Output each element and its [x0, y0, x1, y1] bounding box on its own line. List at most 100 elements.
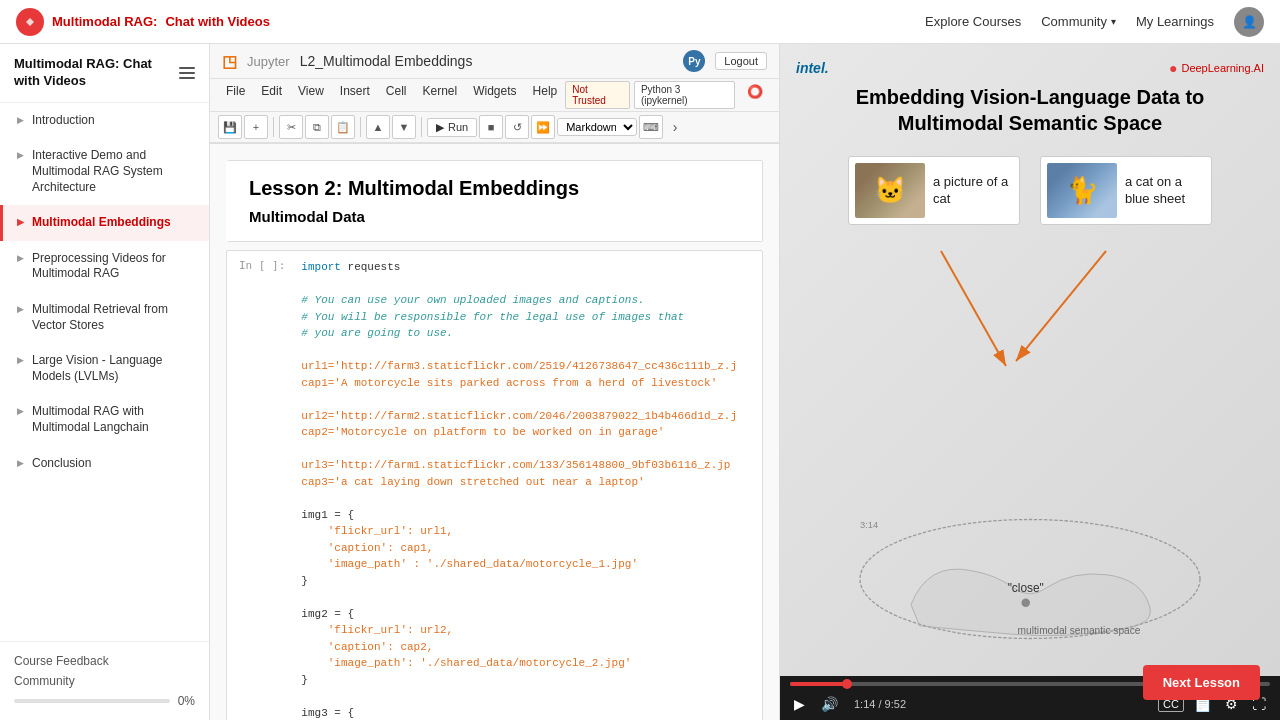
save-button[interactable]: 💾	[218, 115, 242, 139]
svg-line-1	[941, 251, 1006, 366]
jupyter-menu-bar: File Edit View Insert Cell Kernel Widget…	[210, 79, 779, 112]
menu-widgets[interactable]: Widgets	[465, 81, 524, 109]
total-time: 9:52	[885, 698, 906, 710]
avatar[interactable]: 👤	[1234, 7, 1264, 37]
brand-logo	[16, 8, 44, 36]
cell-type-select[interactable]: Markdown Code Raw	[557, 118, 637, 136]
svg-text:3:14: 3:14	[860, 520, 878, 530]
chevron-down-icon: ▾	[1111, 16, 1116, 27]
arrow-icon: ▶	[17, 253, 24, 265]
progress-percent: 0%	[178, 694, 195, 708]
video-panel: intel. ● DeepLearning.AI Embedding Visio…	[780, 44, 1280, 720]
logout-button[interactable]: Logout	[715, 52, 767, 70]
collapse-sidebar-button[interactable]	[179, 63, 195, 83]
sidebar-item-introduction[interactable]: ▶ Introduction	[0, 103, 209, 139]
cat2-image: 🐈	[1047, 163, 1117, 218]
separator3	[421, 117, 422, 137]
current-time: 1:14	[854, 698, 875, 710]
jupyter-logo: ◳	[222, 52, 237, 71]
sidebar: Multimodal RAG: Chat with Videos ▶ Intro…	[0, 44, 210, 720]
diagram-area: 🐱 a picture of a cat 🐈	[796, 156, 1264, 660]
cell-input-row: In [ ]: import requests # You can use yo…	[227, 251, 762, 720]
sidebar-item-lvlm[interactable]: ▶ Large Vision - Language Models (LVLMs)	[0, 343, 209, 394]
mute-button[interactable]: 🔊	[817, 694, 842, 714]
paste-button[interactable]: 📋	[331, 115, 355, 139]
menu-file[interactable]: File	[218, 81, 253, 109]
community-link[interactable]: Community ▾	[1041, 14, 1116, 29]
sidebar-header: Multimodal RAG: Chat with Videos	[0, 44, 209, 103]
restart-run-button[interactable]: ⏩	[531, 115, 555, 139]
cat1-icon: 🐱	[874, 175, 906, 206]
image-card-cat1: 🐱 a picture of a cat	[848, 156, 1020, 225]
copy-button[interactable]: ⧉	[305, 115, 329, 139]
community-label: Community	[1041, 14, 1107, 29]
move-down-button[interactable]: ▼	[392, 115, 416, 139]
video-top-bar: intel. ● DeepLearning.AI	[796, 60, 1264, 76]
kernel-status-icon: ⭕	[739, 81, 771, 109]
cat1-thumbnail: 🐱	[855, 163, 925, 218]
svg-text:"close": "close"	[1008, 581, 1044, 595]
image-cards-row: 🐱 a picture of a cat 🐈	[796, 156, 1264, 225]
run-button[interactable]: ▶ Run	[427, 118, 477, 137]
navbar-links: Explore Courses Community ▾ My Learnings…	[925, 7, 1264, 37]
separator	[273, 117, 274, 137]
cell-prompt: In [ ]:	[227, 251, 297, 280]
jupyter-panel: ◳ Jupyter L2_Multimodal Embeddings Py Lo…	[210, 44, 780, 720]
svg-line-2	[1016, 251, 1106, 361]
sidebar-item-multimodal-retrieval[interactable]: ▶ Multimodal Retrieval from Vector Store…	[0, 292, 209, 343]
play-icon: ▶	[436, 121, 444, 134]
my-learnings-link[interactable]: My Learnings	[1136, 14, 1214, 29]
course-feedback-link[interactable]: Course Feedback	[14, 654, 195, 668]
kernel-badge: Python 3 (ipykernel)	[634, 81, 735, 109]
next-lesson-button[interactable]: Next Lesson	[1143, 665, 1260, 700]
python-icon: Py	[683, 50, 705, 72]
next-lesson-bar: Next Lesson	[1143, 665, 1260, 700]
cut-button[interactable]: ✂	[279, 115, 303, 139]
code-cell: In [ ]: import requests # You can use yo…	[226, 250, 763, 720]
menu-kernel[interactable]: Kernel	[415, 81, 466, 109]
arrow-icon: ▶	[17, 115, 24, 127]
lesson-heading: Lesson 2: Multimodal Embeddings	[249, 177, 742, 200]
progress-bar-container	[14, 699, 170, 703]
content-area: ◳ Jupyter L2_Multimodal Embeddings Py Lo…	[210, 44, 1280, 720]
sidebar-item-multimodal-embeddings[interactable]: ▶ Multimodal Embeddings	[0, 205, 209, 241]
cat2-label: a cat on a blue sheet	[1125, 174, 1205, 208]
menu-insert[interactable]: Insert	[332, 81, 378, 109]
sidebar-item-label: Multimodal Retrieval from Vector Stores	[32, 302, 195, 333]
svg-point-5	[1022, 599, 1031, 608]
community-footer-link[interactable]: Community	[14, 674, 195, 688]
sidebar-course-title: Multimodal RAG: Chat with Videos	[14, 56, 179, 90]
menu-help[interactable]: Help	[525, 81, 566, 109]
run-label: Run	[448, 121, 468, 133]
move-up-button[interactable]: ▲	[366, 115, 390, 139]
add-cell-button[interactable]: +	[244, 115, 268, 139]
sidebar-item-label: Large Vision - Language Models (LVLMs)	[32, 353, 195, 384]
not-trusted-badge: Not Trusted	[565, 81, 630, 109]
image-card-cat2: 🐈 a cat on a blue sheet	[1040, 156, 1212, 225]
menu-edit[interactable]: Edit	[253, 81, 290, 109]
expand-button[interactable]: ›	[665, 117, 685, 137]
restart-button[interactable]: ↺	[505, 115, 529, 139]
blob-svg: "close" multimodal semantic space 3:14	[806, 477, 1254, 647]
markdown-cell: Lesson 2: Multimodal Embeddings Multimod…	[226, 160, 763, 242]
sidebar-item-preprocessing[interactable]: ▶ Preprocessing Videos for Multimodal RA…	[0, 241, 209, 292]
brand: Multimodal RAG: Chat with Videos	[16, 8, 270, 36]
jupyter-toolbar: 💾 + ✂ ⧉ 📋 ▲ ▼ ▶ Run ■ ↺ ⏩	[210, 112, 779, 143]
cat1-label: a picture of a cat	[933, 174, 1013, 208]
menu-cell[interactable]: Cell	[378, 81, 415, 109]
sidebar-item-conclusion[interactable]: ▶ Conclusion	[0, 446, 209, 482]
navbar: Multimodal RAG: Chat with Videos Explore…	[0, 0, 1280, 44]
arrow-icon: ▶	[17, 458, 24, 470]
sidebar-item-interactive-demo[interactable]: ▶ Interactive Demo and Multimodal RAG Sy…	[0, 138, 209, 205]
brand-subtitle: Chat with Videos	[165, 14, 270, 29]
sidebar-item-langchain[interactable]: ▶ Multimodal RAG with Multimodal Langcha…	[0, 394, 209, 445]
keyboard-shortcuts-button[interactable]: ⌨	[639, 115, 663, 139]
explore-courses-link[interactable]: Explore Courses	[925, 14, 1021, 29]
menu-view[interactable]: View	[290, 81, 332, 109]
play-button[interactable]: ▶	[790, 694, 809, 714]
deeplearning-text: DeepLearning.AI	[1181, 62, 1264, 74]
separator2	[360, 117, 361, 137]
intel-logo: intel.	[796, 60, 829, 76]
stop-button[interactable]: ■	[479, 115, 503, 139]
cell-code[interactable]: import requests # You can use your own u…	[297, 251, 762, 720]
